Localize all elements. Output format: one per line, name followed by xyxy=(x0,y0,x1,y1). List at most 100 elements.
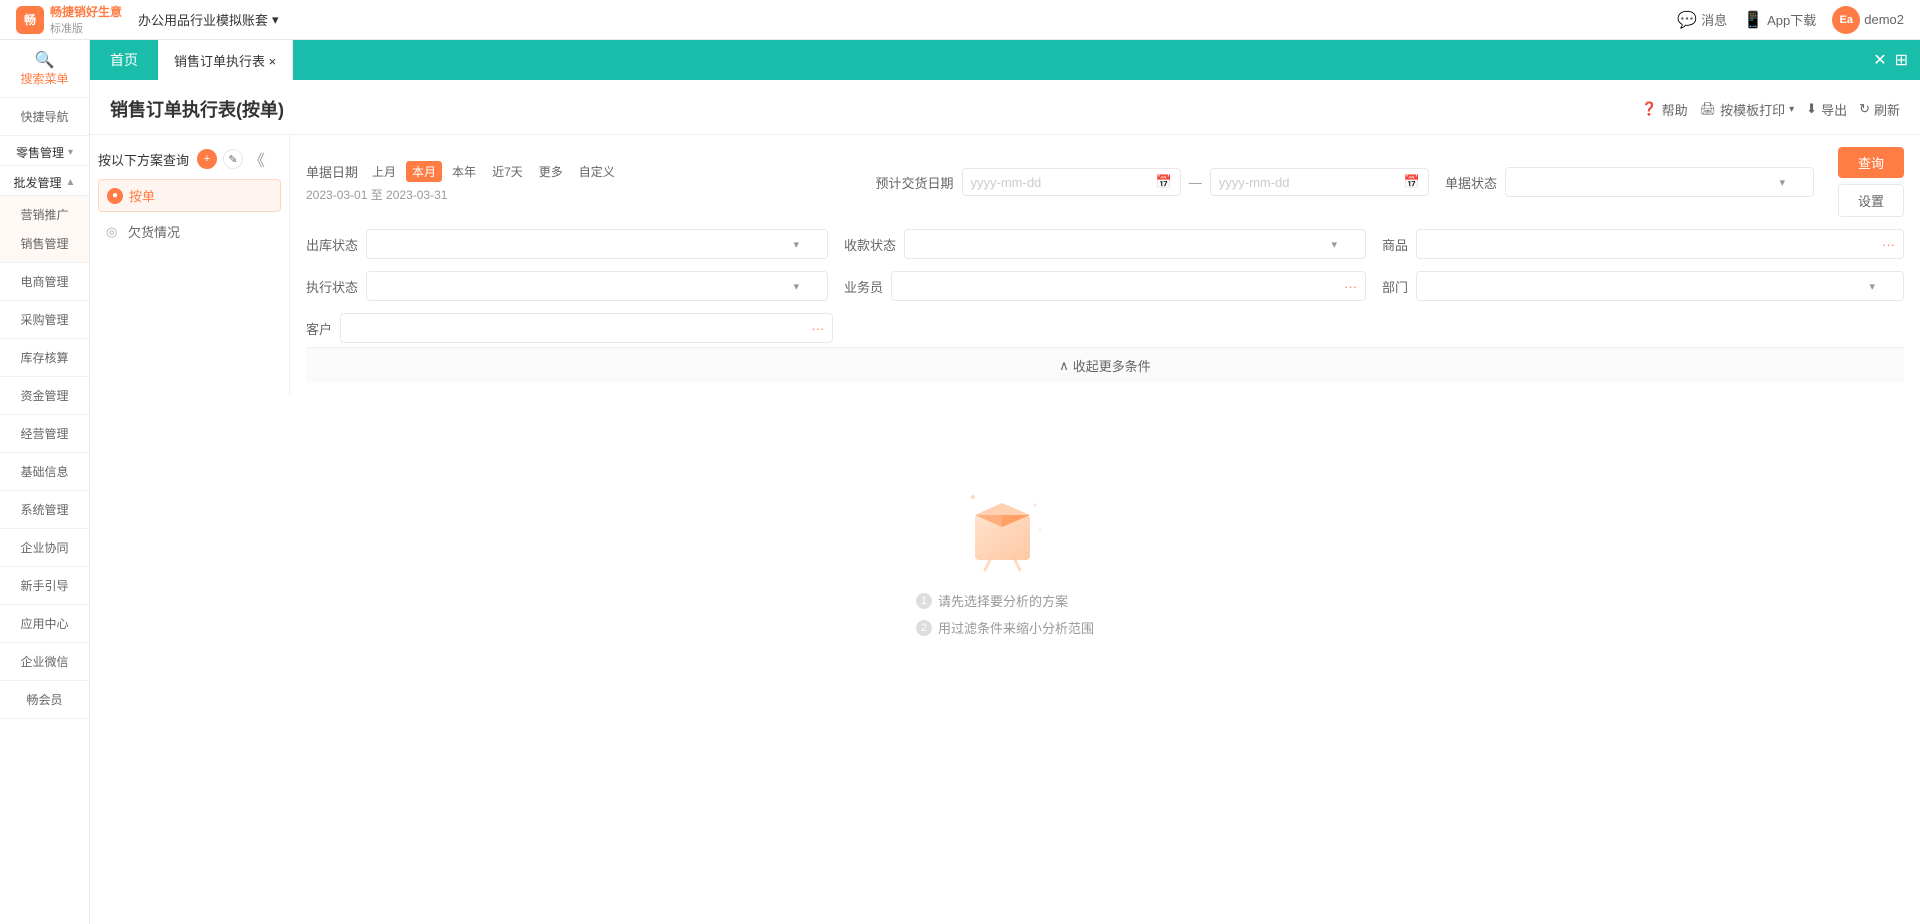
sidebar-item-inventory[interactable]: 库存核算 xyxy=(0,339,89,377)
company-arrow: ▾ xyxy=(272,12,279,28)
sidebar-item-purchase[interactable]: 采购管理 xyxy=(0,301,89,339)
export-btn[interactable]: ⬇ 导出 xyxy=(1806,100,1847,119)
member-label: 畅会员 xyxy=(4,691,85,708)
sidebar-item-ecommerce[interactable]: 电商管理 xyxy=(0,263,89,301)
sidebar-item-member[interactable]: 畅会员 xyxy=(0,681,89,719)
collection-status-group: 收款状态 ▾ xyxy=(844,229,1366,259)
sidebar-item-marketing[interactable]: 营销推广 xyxy=(0,200,89,229)
date-tab-7days[interactable]: 近7天 xyxy=(486,161,529,182)
page-header-actions: ❓ 帮助 🖨 按模板打印 ▾ ⬇ 导出 ↻ 刷新 xyxy=(1641,100,1900,119)
filter-panel: 按以下方案查询 + ✎ 《 ● 按单 ◎ 欠货情况 xyxy=(90,135,1920,395)
sidebar-item-wechat[interactable]: 企业微信 xyxy=(0,643,89,681)
retail-arrow: ▾ xyxy=(68,147,73,158)
export-icon: ⬇ xyxy=(1806,101,1817,117)
sidebar-item-finance[interactable]: 资金管理 xyxy=(0,377,89,415)
single-status-group: 单据状态 ▾ xyxy=(1445,167,1814,197)
wholesale-label: 批发管理 xyxy=(14,174,62,191)
single-status-arrow: ▾ xyxy=(1779,176,1785,189)
department-select[interactable]: ▾ xyxy=(1416,271,1904,301)
product-group: 商品 ··· xyxy=(1382,229,1904,259)
expected-date-end[interactable]: yyyy-mm-dd 📅 xyxy=(1210,168,1429,196)
salesman-input[interactable]: ··· xyxy=(891,271,1366,301)
search-icon: 🔍 xyxy=(4,50,85,70)
filter-left: 按以下方案查询 + ✎ 《 ● 按单 ◎ 欠货情况 xyxy=(90,135,290,395)
filter-row-2: 出库状态 ▾ 收款状态 ▾ xyxy=(306,229,1904,259)
sidebar-item-retail[interactable]: 零售管理 ▾ xyxy=(0,136,89,166)
add-scheme-btn[interactable]: + xyxy=(197,149,217,169)
company-selector[interactable]: 办公用品行业模拟账套 ▾ xyxy=(130,10,287,29)
app-download-action[interactable]: 📱 App下载 xyxy=(1743,10,1816,30)
sidebar-item-search[interactable]: 🔍 搜索菜单 xyxy=(0,40,89,98)
query-btn[interactable]: 查询 xyxy=(1838,147,1904,178)
out-status-label: 出库状态 xyxy=(306,235,358,254)
date-tab-more[interactable]: 更多 xyxy=(533,161,569,182)
empty-illustration xyxy=(955,475,1055,575)
tab-maximize-icon[interactable]: ⊞ xyxy=(1895,50,1908,70)
avatar-initials: Ea xyxy=(1840,14,1853,26)
message-action[interactable]: 💬 消息 xyxy=(1677,10,1727,30)
sidebar-item-apps[interactable]: 应用中心 xyxy=(0,605,89,643)
setting-btn[interactable]: 设置 xyxy=(1838,184,1904,217)
tab-active[interactable]: 销售订单执行表 × xyxy=(158,40,293,80)
exec-status-select[interactable]: ▾ xyxy=(366,271,828,301)
sidebar-item-sales-mgmt[interactable]: 销售管理 xyxy=(0,229,89,258)
help-label: 帮助 xyxy=(1662,100,1688,119)
sidebar-item-system[interactable]: 系统管理 xyxy=(0,491,89,529)
calendar-end-icon: 📅 xyxy=(1404,174,1420,190)
product-label: 商品 xyxy=(1382,235,1408,254)
date-tab-this-month[interactable]: 本月 xyxy=(406,161,442,182)
sidebar-item-operations[interactable]: 经营管理 xyxy=(0,415,89,453)
tip-2-text: 用过滤条件来缩小分析范围 xyxy=(938,618,1094,637)
tab-close-icon[interactable]: ✕ xyxy=(1873,50,1886,70)
sidebar-item-wholesale[interactable]: 批发管理 ▲ xyxy=(0,166,89,196)
avatar: Ea xyxy=(1832,6,1860,34)
collapse-panel-btn[interactable]: 《 xyxy=(249,147,265,171)
date-tab-custom[interactable]: 自定义 xyxy=(573,161,621,182)
scheme-item-order[interactable]: ● 按单 xyxy=(98,179,281,212)
page-title: 销售订单执行表(按单) xyxy=(110,96,284,122)
sidebar-search-label: 搜索菜单 xyxy=(4,70,85,87)
date-tab-this-year[interactable]: 本年 xyxy=(446,161,482,182)
customer-input[interactable]: ··· xyxy=(340,313,833,343)
sidebar-item-basic-info[interactable]: 基础信息 xyxy=(0,453,89,491)
scheme-stock-label: 欠货情况 xyxy=(128,222,180,241)
scheme-active-icon: ● xyxy=(107,188,123,204)
tab-home[interactable]: 首页 xyxy=(90,40,158,80)
top-bar-right: 💬 消息 📱 App下载 Ea demo2 xyxy=(1677,6,1904,34)
help-btn[interactable]: ❓ 帮助 xyxy=(1641,100,1687,119)
product-input[interactable]: ··· xyxy=(1416,229,1904,259)
finance-label: 资金管理 xyxy=(4,387,85,404)
single-date-group: 单据日期 上月 本月 本年 近7天 更多 自定义 2023 xyxy=(306,161,860,203)
exec-status-group: 执行状态 ▾ xyxy=(306,271,828,301)
single-status-select[interactable]: ▾ xyxy=(1505,167,1814,197)
sidebar-item-enterprise[interactable]: 企业协同 xyxy=(0,529,89,567)
edit-scheme-btn[interactable]: ✎ xyxy=(223,149,243,169)
collapse-up-icon: ∧ xyxy=(1059,358,1069,374)
user-area[interactable]: Ea demo2 xyxy=(1832,6,1904,34)
sidebar-item-shortcut[interactable]: 快捷导航 xyxy=(0,98,89,136)
message-label: 消息 xyxy=(1701,10,1727,29)
logo-icon: 畅 xyxy=(16,6,44,34)
refresh-btn[interactable]: ↻ 刷新 xyxy=(1859,100,1900,119)
date-tab-last-month[interactable]: 上月 xyxy=(366,161,402,182)
collection-status-select[interactable]: ▾ xyxy=(904,229,1366,259)
sidebar-item-guide[interactable]: 新手引导 xyxy=(0,567,89,605)
out-status-group: 出库状态 ▾ xyxy=(306,229,828,259)
tip-1-text: 请先选择要分析的方案 xyxy=(938,591,1068,610)
filter-row-4: 客户 ··· xyxy=(306,313,1904,343)
expected-date-start[interactable]: yyyy-mm-dd 📅 xyxy=(962,168,1181,196)
expected-date-end-placeholder: yyyy-mm-dd xyxy=(1219,175,1290,190)
template-print-btn[interactable]: 🖨 按模板打印 ▾ xyxy=(1700,100,1795,119)
filter-right: 单据日期 上月 本月 本年 近7天 更多 自定义 2023 xyxy=(290,135,1920,395)
empty-tip-1: 1 请先选择要分析的方案 xyxy=(916,591,1094,610)
scheme-item-stock[interactable]: ◎ 欠货情况 xyxy=(98,216,281,247)
filter-left-header: 按以下方案查询 + ✎ 《 xyxy=(98,147,281,171)
collapse-bar[interactable]: ∧ 收起更多条件 xyxy=(306,347,1904,383)
template-print-label: 按模板打印 xyxy=(1720,100,1785,119)
department-label: 部门 xyxy=(1382,277,1408,296)
operations-label: 经营管理 xyxy=(4,425,85,442)
retail-label: 零售管理 xyxy=(16,144,64,161)
logo-subtext: 标准版 xyxy=(50,20,122,36)
single-status-label: 单据状态 xyxy=(1445,173,1497,192)
out-status-select[interactable]: ▾ xyxy=(366,229,828,259)
